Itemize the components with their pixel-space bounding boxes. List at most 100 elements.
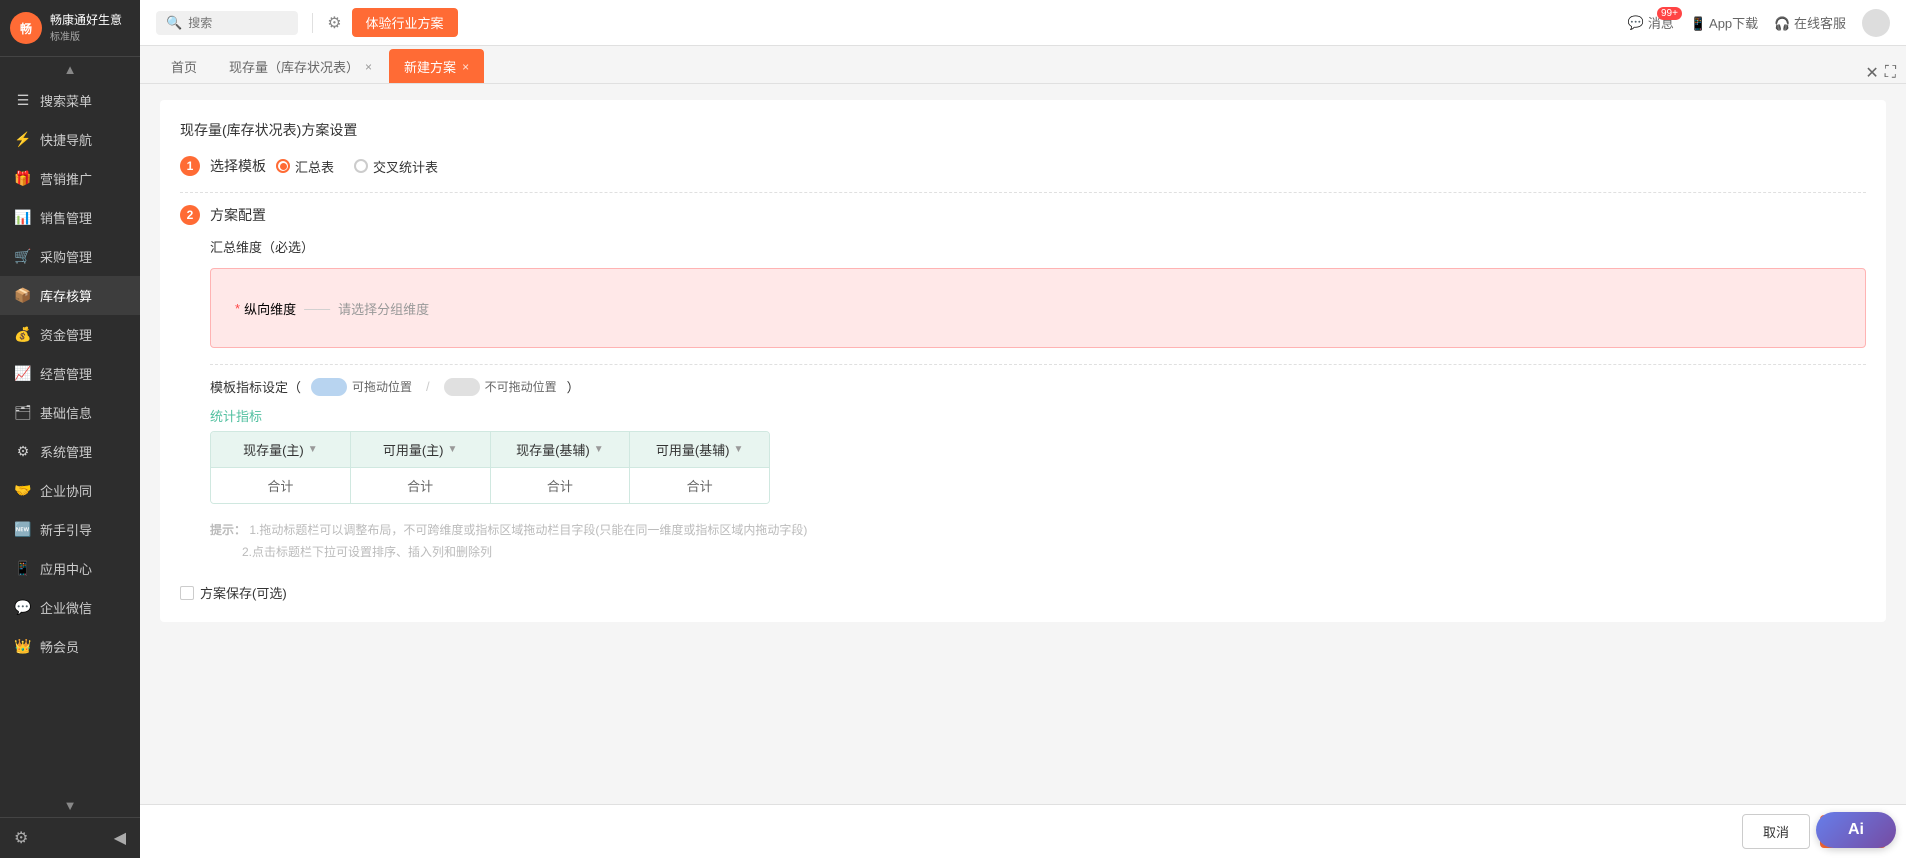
sidebar-scroll-up[interactable]: ▲ [0, 57, 140, 81]
purchase-icon: 🛒 [14, 248, 32, 266]
sidebar-item-purchase[interactable]: 🛒 采购管理 [0, 237, 140, 276]
dimension-area[interactable]: * 纵向维度 —— 请选择分组维度 [210, 268, 1866, 348]
search-input[interactable] [188, 16, 288, 30]
tab-inventory-close-icon[interactable]: × [365, 60, 372, 74]
sidebar-item-member[interactable]: 👑 畅会员 [0, 627, 140, 666]
save-checkbox[interactable] [180, 586, 194, 600]
tab-inventory-label: 现存量（库存状况表） [229, 57, 359, 76]
sidebar-item-label: 应用中心 [40, 559, 92, 578]
step1-section: 1 选择模板 汇总表 交叉统计表 [180, 156, 1866, 176]
trial-industry-button[interactable]: 体验行业方案 [352, 8, 458, 37]
stats-col-1-label: 现存量(主) [243, 440, 304, 459]
stats-col-4-data: 合计 [630, 467, 769, 503]
sidebar-item-label: 系统管理 [40, 442, 92, 461]
step2-label: 方案配置 [210, 205, 266, 225]
sidebar-item-wechat[interactable]: 💬 企业微信 [0, 588, 140, 627]
summary-dimension-label: 汇总维度（必选） [210, 237, 1866, 256]
stats-col-1-header[interactable]: 现存量(主) ▼ [211, 432, 351, 467]
not-draggable-label: 不可拖动位置 [485, 378, 557, 395]
app-name: 畅康通好生意 [50, 13, 122, 29]
settings-icon[interactable]: ⚙ [14, 828, 28, 848]
sidebar-item-label: 快捷导航 [40, 130, 92, 149]
app-name-block: 畅康通好生意 标准版 [50, 13, 122, 44]
ai-label: Ai [1848, 821, 1864, 839]
sidebar-item-label: 采购管理 [40, 247, 92, 266]
sidebar-nav: ☰ 搜索菜单 ⚡ 快捷导航 🎁 营销推广 📊 销售管理 🛒 采购管理 📦 库存核… [0, 81, 140, 793]
tips-section: 提示： 1.拖动标题栏可以调整布局，不可跨维度或指标区域拖动栏目字段(只能在同一… [210, 520, 1866, 563]
stats-data-row: 合计 合计 合计 合计 [211, 467, 769, 503]
radio-cross-table[interactable]: 交叉统计表 [354, 157, 438, 176]
sales-icon: 📊 [14, 209, 32, 227]
search-box[interactable]: 🔍 [156, 11, 298, 35]
stats-col-2-data: 合计 [351, 467, 491, 503]
radio-summary-table[interactable]: 汇总表 [276, 157, 334, 176]
user-avatar[interactable] [1862, 9, 1890, 37]
search-menu-icon: ☰ [14, 92, 32, 110]
gear-icon[interactable]: ⚙ [327, 13, 341, 33]
radio-summary-dot [280, 163, 287, 170]
tab-inventory-status[interactable]: 现存量（库存状况表） × [214, 49, 387, 83]
message-badge[interactable]: 💬 消息 99+ [1628, 13, 1674, 32]
sidebar-logo: 畅 畅康通好生意 标准版 [0, 0, 140, 57]
window-close-icon[interactable]: ✕ [1865, 63, 1878, 83]
sidebar-item-marketing[interactable]: 🎁 营销推广 [0, 159, 140, 198]
ai-button[interactable]: Ai [1816, 812, 1896, 848]
tips-title: 提示： [210, 523, 246, 537]
tab-home-label: 首页 [171, 57, 197, 76]
step1-num: 1 [180, 156, 200, 176]
sidebar-item-newguide[interactable]: 🆕 新手引导 [0, 510, 140, 549]
app-download-btn[interactable]: 📱 App下载 [1690, 13, 1758, 32]
sidebar-item-search[interactable]: ☰ 搜索菜单 [0, 81, 140, 120]
basic-info-icon: 🗂 [14, 404, 32, 422]
stats-col-3-label: 现存量(基辅) [516, 440, 590, 459]
chevron-down-icon: ▼ [448, 444, 458, 455]
window-maximize-icon[interactable]: ⛶ [1885, 64, 1896, 82]
search-icon: 🔍 [166, 15, 182, 31]
content-area: 现存量(库存状况表)方案设置 1 选择模板 汇总表 [140, 84, 1906, 804]
sidebar-item-management[interactable]: 📈 经营管理 [0, 354, 140, 393]
sidebar-item-sales[interactable]: 📊 销售管理 [0, 198, 140, 237]
stats-col-2-header[interactable]: 可用量(主) ▼ [351, 432, 491, 467]
quicknav-icon: ⚡ [14, 131, 32, 149]
service-label: 在线客服 [1794, 16, 1846, 31]
sidebar-item-quicknav[interactable]: ⚡ 快捷导航 [0, 120, 140, 159]
topbar: 🔍 ⚙ 体验行业方案 💬 消息 99+ 📱 App下载 🎧 在线客服 [140, 0, 1906, 46]
stats-col-3-header[interactable]: 现存量(基辅) ▼ [491, 432, 631, 467]
dimension-required-star: * [235, 301, 240, 316]
divider2 [210, 364, 1866, 365]
sidebar-item-finance[interactable]: 💰 资金管理 [0, 315, 140, 354]
toggle-icon[interactable]: ◀ [114, 828, 126, 848]
sidebar-item-basic-info[interactable]: 🗂 基础信息 [0, 393, 140, 432]
sidebar-bottom: ⚙ ◀ [0, 817, 140, 858]
app-badge: 标准版 [50, 28, 122, 43]
member-icon: 👑 [14, 638, 32, 656]
sidebar-item-system[interactable]: ⚙ 系统管理 [0, 432, 140, 471]
chevron-down-icon: ▼ [594, 444, 604, 455]
stats-col-4-header[interactable]: 可用量(基辅) ▼ [630, 432, 769, 467]
panel-title: 现存量(库存状况表)方案设置 [180, 120, 1866, 140]
tab-new-plan-close-icon[interactable]: × [462, 60, 469, 74]
sidebar-item-appstore[interactable]: 📱 应用中心 [0, 549, 140, 588]
tab-home[interactable]: 首页 [156, 49, 212, 83]
sidebar-item-inventory[interactable]: 📦 库存核算 [0, 276, 140, 315]
sidebar-scroll-down[interactable]: ▼ [0, 793, 140, 817]
system-icon: ⚙ [14, 443, 32, 461]
footer: 取消 查询 [140, 804, 1906, 858]
sidebar-item-label: 新手引导 [40, 520, 92, 539]
sidebar-item-enterprise[interactable]: 🤝 企业协同 [0, 471, 140, 510]
tab-new-plan[interactable]: 新建方案 × [389, 49, 484, 83]
draggable-indicator-item: 可拖动位置 [311, 378, 412, 396]
online-service-btn[interactable]: 🎧 在线客服 [1774, 13, 1846, 32]
cancel-button[interactable]: 取消 [1742, 814, 1810, 849]
management-icon: 📈 [14, 365, 32, 383]
tabbar: 首页 现存量（库存状况表） × 新建方案 × ✕ ⛶ [140, 46, 1906, 84]
step2-header: 2 方案配置 [180, 205, 1866, 225]
indicator-setting-prefix: 模板指标设定（ [210, 377, 301, 396]
stats-col-2-label: 可用量(主) [383, 440, 444, 459]
divider1 [180, 192, 1866, 193]
topbar-divider [312, 13, 313, 33]
sidebar-item-label: 畅会员 [40, 637, 79, 656]
sidebar-item-label: 销售管理 [40, 208, 92, 227]
stats-table: 现存量(主) ▼ 可用量(主) ▼ 现存量(基辅) [210, 431, 770, 504]
sidebar-item-label: 经营管理 [40, 364, 92, 383]
